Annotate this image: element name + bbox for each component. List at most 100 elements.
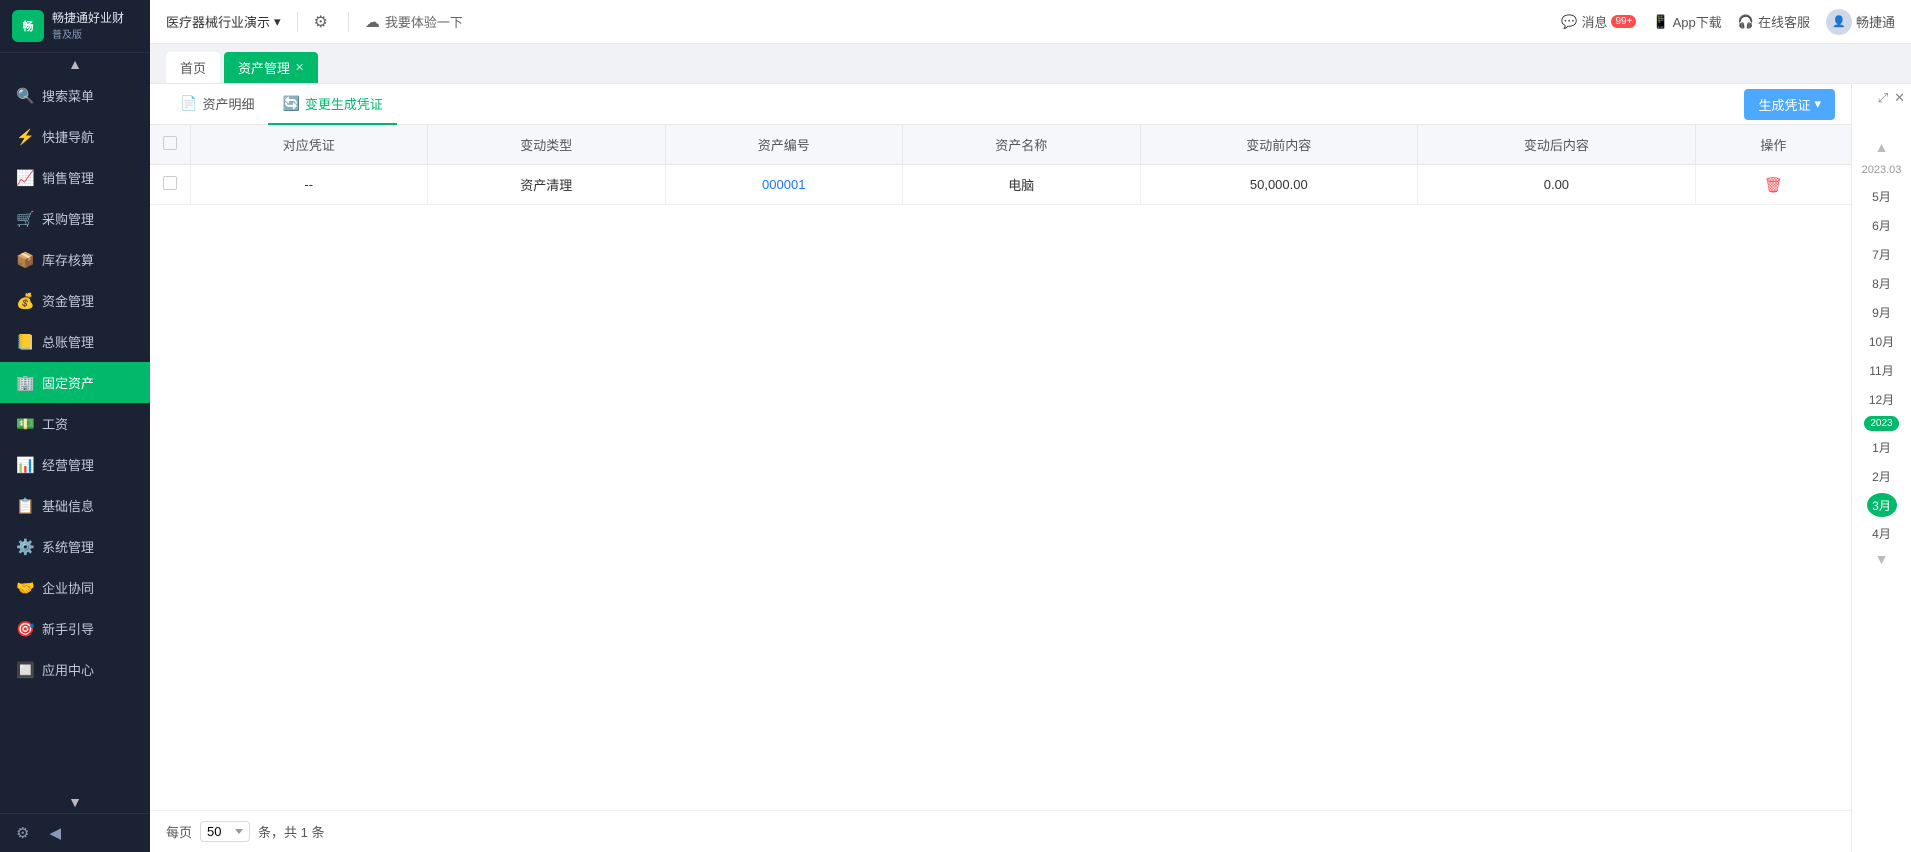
- page-size-select[interactable]: 10 20 50 100: [200, 821, 250, 842]
- logo-icon: 畅: [12, 10, 44, 42]
- tab-close-icon[interactable]: ✕: [295, 61, 304, 74]
- topbar-divider: [297, 12, 298, 32]
- tab-asset-management[interactable]: 资产管理 ✕: [224, 52, 318, 83]
- sidebar-settings-icon[interactable]: ⚙: [16, 824, 29, 842]
- sidebar-item-operations[interactable]: 📊 经营管理: [0, 444, 150, 485]
- date-month-12[interactable]: 12月: [1852, 385, 1911, 414]
- quicknav-icon: ⚡: [16, 128, 34, 146]
- table-header-row: 对应凭证 变动类型 资产编号 资产名称: [150, 125, 1851, 165]
- user-item[interactable]: 👤 畅捷通: [1826, 9, 1895, 35]
- year-month-label: 2023.03: [1852, 158, 1911, 182]
- sidebar-item-system[interactable]: ⚙️ 系统管理: [0, 526, 150, 567]
- page-content: 📄 资产明细 🔄 变更生成凭证 生成凭证 ▾: [150, 84, 1851, 852]
- panel-expand-icon[interactable]: ⤢: [1878, 90, 1888, 106]
- asset-detail-icon: 📄: [180, 95, 197, 112]
- date-scroll-up[interactable]: ▲: [1852, 136, 1911, 158]
- sidebar-item-finance[interactable]: 💰 资金管理: [0, 280, 150, 321]
- date-month-6[interactable]: 6月: [1852, 211, 1911, 240]
- sidebar-item-guide[interactable]: 🎯 新手引导: [0, 608, 150, 649]
- panel-close-icon[interactable]: ✕: [1894, 90, 1905, 106]
- company-selector[interactable]: 医疗器械行业演示 ▾: [166, 12, 281, 31]
- logo-edition: 普及版: [52, 26, 124, 41]
- row-asset-name: 电脑: [903, 165, 1141, 205]
- sidebar: 畅 畅捷通好业财 普及版 ▲ 🔍 搜索菜单 ⚡ 快捷导航 📈 销售管理 🛒 采购…: [0, 0, 150, 852]
- topbar-settings-icon[interactable]: ⚙: [314, 12, 328, 32]
- sidebar-item-collab[interactable]: 🤝 企业协同: [0, 567, 150, 608]
- header-asset-name: 资产名称: [903, 125, 1141, 165]
- tab-home[interactable]: 首页: [166, 52, 220, 83]
- sidebar-item-quicknav[interactable]: ⚡ 快捷导航: [0, 116, 150, 157]
- notification-item[interactable]: 💬 消息 99+: [1561, 12, 1636, 31]
- sidebar-item-ledger[interactable]: 📒 总账管理: [0, 321, 150, 362]
- online-service-item[interactable]: 🎧 在线客服: [1738, 12, 1810, 31]
- app-download-item[interactable]: 📱 App下载: [1652, 12, 1721, 31]
- date-month-5[interactable]: 5月: [1852, 182, 1911, 211]
- row-checkbox[interactable]: [163, 176, 177, 190]
- sidebar-item-inventory[interactable]: 📦 库存核算: [0, 239, 150, 280]
- generate-btn-dropdown-icon: ▾: [1814, 96, 1821, 112]
- date-month-10[interactable]: 10月: [1852, 327, 1911, 356]
- search-icon: 🔍: [16, 87, 34, 105]
- date-2023-month-4[interactable]: 4月: [1852, 519, 1911, 548]
- inner-tabs: 📄 资产明细 🔄 变更生成凭证 生成凭证 ▾: [150, 84, 1851, 125]
- topbar-divider2: [348, 12, 349, 32]
- date-month-7[interactable]: 7月: [1852, 240, 1911, 269]
- delete-icon[interactable]: 🗑: [1764, 177, 1783, 194]
- inventory-icon: 📦: [16, 251, 34, 269]
- date-month-9[interactable]: 9月: [1852, 298, 1911, 327]
- sidebar-item-fixed[interactable]: 🏢 固定资产: [0, 362, 150, 403]
- change-voucher-table: 对应凭证 变动类型 资产编号 资产名称: [150, 125, 1851, 205]
- date-2023-month-1[interactable]: 1月: [1852, 433, 1911, 462]
- row-asset-code: 000001: [665, 165, 903, 205]
- header-before-content: 变动前内容: [1140, 125, 1418, 165]
- company-name: 医疗器械行业演示: [166, 12, 270, 31]
- system-icon: ⚙️: [16, 538, 34, 556]
- sidebar-collapse-icon[interactable]: ◀: [49, 824, 61, 842]
- table-wrapper: 对应凭证 变动类型 资产编号 资产名称: [150, 125, 1851, 810]
- date-2023-month-3[interactable]: 3月: [1867, 493, 1897, 517]
- date-scroll-down[interactable]: ▼: [1852, 548, 1911, 570]
- sidebar-item-salary[interactable]: 💵 工资: [0, 403, 150, 444]
- header-checkbox[interactable]: [163, 136, 177, 150]
- fixed-icon: 🏢: [16, 374, 34, 392]
- page-area: 📄 资产明细 🔄 变更生成凭证 生成凭证 ▾: [150, 84, 1911, 852]
- topbar-right: 💬 消息 99+ 📱 App下载 🎧 在线客服 👤 畅捷通: [1561, 9, 1895, 35]
- collab-icon: 🤝: [16, 579, 34, 597]
- header-checkbox-cell: [150, 125, 190, 165]
- sidebar-item-basic[interactable]: 📋 基础信息: [0, 485, 150, 526]
- sidebar-item-purchase[interactable]: 🛒 采购管理: [0, 198, 150, 239]
- header-action: 操作: [1695, 125, 1851, 165]
- topbar: 医疗器械行业演示 ▾ ⚙ ☁ 我要体验一下 💬 消息 99+ 📱 App下载 🎧…: [150, 0, 1911, 44]
- sales-icon: 📈: [16, 169, 34, 187]
- date-2023-month-2[interactable]: 2月: [1852, 462, 1911, 491]
- right-date-panel: ⤢ ✕ ▲ 2023.03 5月 6月 7月 8月 9月 10月 11月 12月: [1851, 84, 1911, 852]
- sidebar-scroll-up[interactable]: ▲: [0, 53, 150, 75]
- row-before-content: 50,000.00: [1140, 165, 1418, 205]
- header-asset-code: 资产编号: [665, 125, 903, 165]
- content-tabs: 首页 资产管理 ✕: [150, 44, 1911, 84]
- cloud-icon: ☁: [365, 13, 380, 31]
- header-after-content: 变动后内容: [1418, 125, 1696, 165]
- header-voucher: 对应凭证: [190, 125, 428, 165]
- row-action: 🗑: [1695, 165, 1851, 205]
- generate-voucher-button[interactable]: 生成凭证 ▾: [1744, 89, 1835, 120]
- sidebar-logo: 畅 畅捷通好业财 普及版: [0, 0, 150, 53]
- per-page-label: 每页: [166, 822, 192, 841]
- date-month-11[interactable]: 11月: [1852, 356, 1911, 385]
- basic-icon: 📋: [16, 497, 34, 515]
- sidebar-item-apps[interactable]: 🔲 应用中心: [0, 649, 150, 690]
- salary-icon: 💵: [16, 415, 34, 433]
- phone-icon: 📱: [1652, 14, 1668, 30]
- trial-button[interactable]: ☁ 我要体验一下: [365, 12, 463, 31]
- sidebar-item-sales[interactable]: 📈 销售管理: [0, 157, 150, 198]
- header-change-type: 变动类型: [428, 125, 666, 165]
- inner-tab-asset-detail[interactable]: 📄 资产明细: [166, 84, 268, 125]
- inner-tab-change-voucher[interactable]: 🔄 变更生成凭证: [268, 84, 396, 125]
- sidebar-scroll-down[interactable]: ▼: [0, 791, 150, 813]
- logo-text: 畅捷通好业财: [52, 11, 124, 27]
- ledger-icon: 📒: [16, 333, 34, 351]
- panel-header: ⤢ ✕: [1852, 84, 1911, 106]
- sidebar-item-search[interactable]: 🔍 搜索菜单: [0, 75, 150, 116]
- date-month-8[interactable]: 8月: [1852, 269, 1911, 298]
- company-dropdown-icon: ▾: [274, 14, 281, 30]
